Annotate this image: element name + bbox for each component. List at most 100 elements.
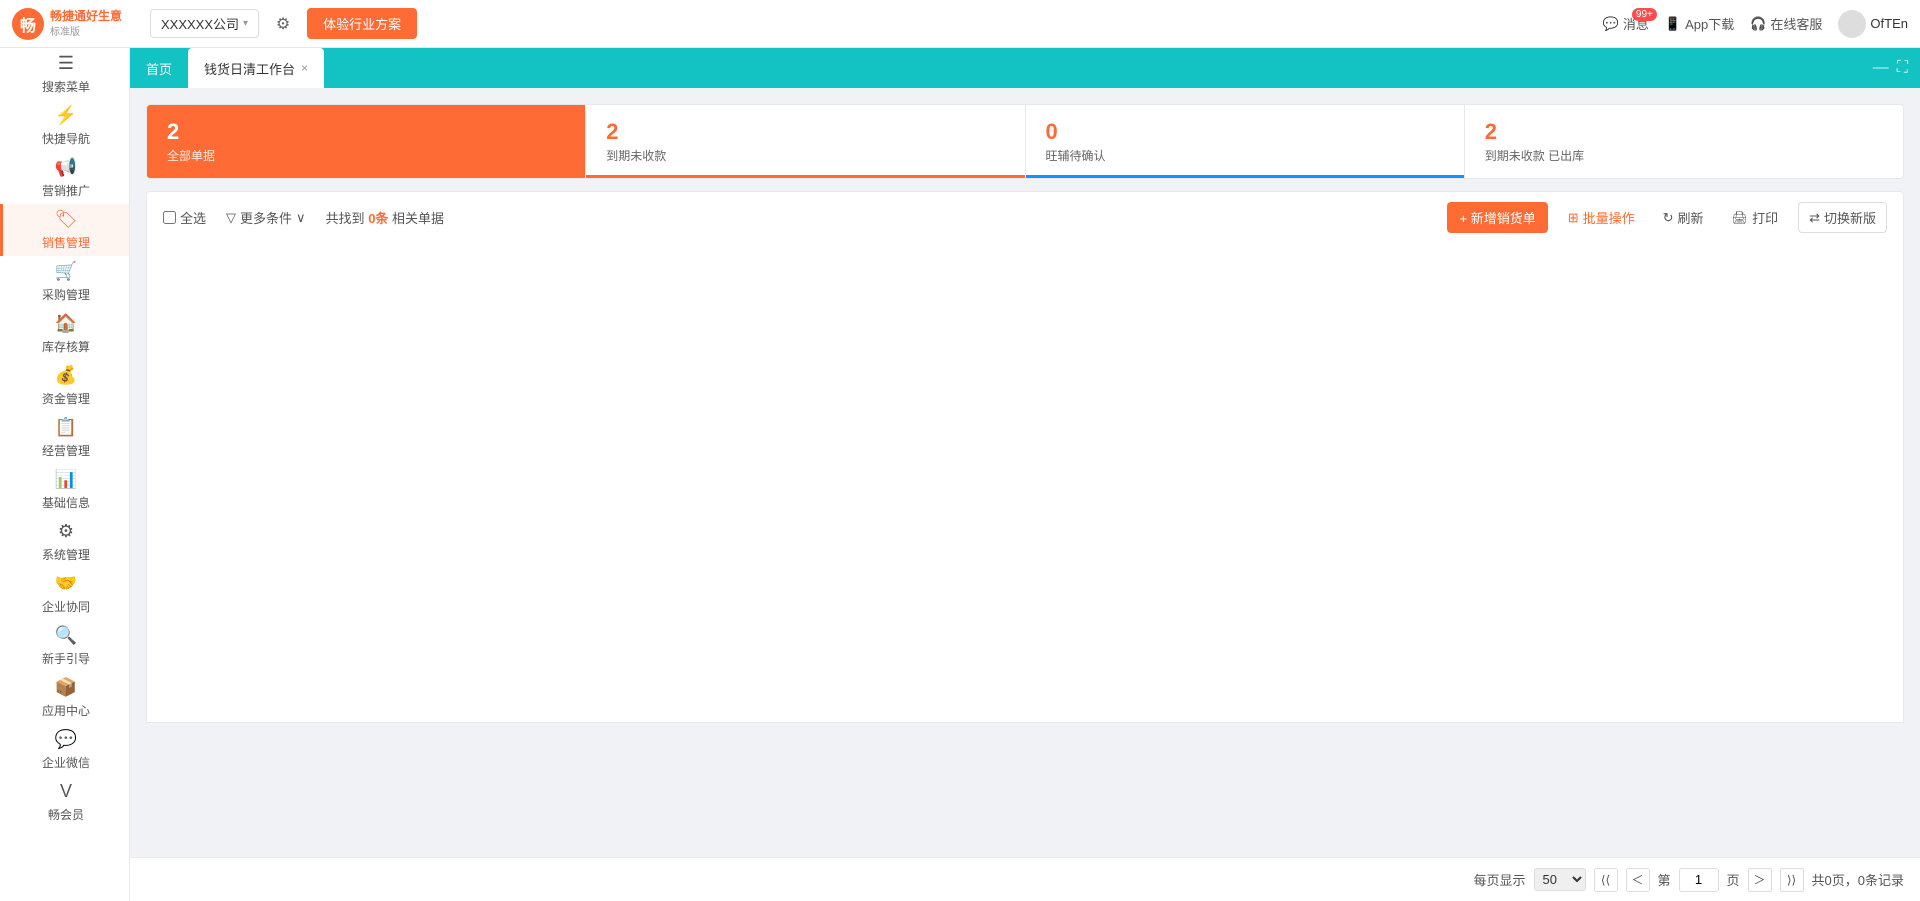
first-page-button[interactable]: ⟨⟨ (1594, 868, 1618, 892)
sales-icon: 🏷 (55, 209, 78, 230)
app-download-button[interactable]: 📱 App下载 (1665, 14, 1734, 33)
stat-number-all: 2 (167, 119, 565, 145)
tab-home-label: 首页 (146, 59, 172, 78)
stat-label-overdue-shipped: 到期未收款 已出库 (1485, 147, 1883, 164)
select-all-checkbox[interactable] (163, 211, 176, 224)
sidebar-label-guide: 新手引导 (42, 650, 90, 667)
sidebar-item-inventory[interactable]: 🏠 库存核算 (0, 308, 129, 360)
switch-label: 切换新版 (1824, 208, 1876, 227)
purchase-icon: 🛒 (55, 261, 77, 282)
sidebar-item-purchase[interactable]: 🛒 采购管理 (0, 256, 129, 308)
logo-sub-text: 标准版 (50, 23, 122, 38)
sidebar-label-system: 系统管理 (42, 546, 90, 563)
service-icon: 🎧 (1750, 16, 1766, 32)
sidebar-item-guide[interactable]: 🔍 新手引导 (0, 620, 129, 672)
sidebar-item-marketing[interactable]: 📢 营销推广 (0, 152, 129, 204)
new-order-button[interactable]: + 新增销货单 (1447, 202, 1547, 233)
app-center-icon: 📦 (55, 677, 77, 698)
batch-icon: ⊞ (1568, 210, 1579, 226)
avatar-name: OfTEn (1870, 16, 1908, 31)
funds-icon: 💰 (55, 365, 77, 386)
inventory-icon: 🏠 (55, 313, 77, 334)
company-selector[interactable]: XXXXXX公司 ▾ (150, 9, 259, 38)
sidebar-item-member[interactable]: V 畅会员 (0, 776, 129, 828)
chevron-down-icon: ▾ (243, 18, 248, 29)
found-text: 共找到 0条 相关单据 (326, 208, 445, 227)
sidebar-label-purchase: 采购管理 (42, 286, 90, 303)
sidebar-item-sales[interactable]: 🏷 销售管理 (0, 204, 129, 256)
sidebar-item-wechat[interactable]: 💬 企业微信 (0, 724, 129, 776)
page-label: 第 (1658, 870, 1671, 889)
stats-row: 2 全部单据 2 到期未收款 0 旺辅待确认 2 到期未收款 已出库 (146, 104, 1904, 179)
prev-page-button[interactable]: ＜ (1626, 868, 1650, 892)
content-inner: 2 全部单据 2 到期未收款 0 旺辅待确认 2 到期未收款 已出库 全选 ▽ … (130, 88, 1920, 853)
sidebar: ☰ 搜索菜单 ⚡ 快捷导航 📢 营销推广 🏷 销售管理 🛒 采购管理 🏠 库存核… (0, 48, 130, 901)
page-input[interactable] (1679, 868, 1719, 892)
logo-text: 畅捷通好生意 标准版 (50, 9, 122, 38)
stat-card-overdue-shipped[interactable]: 2 到期未收款 已出库 (1465, 105, 1903, 178)
print-button[interactable]: 🖨 打印 (1724, 204, 1787, 231)
batch-label: 批量操作 (1583, 208, 1635, 227)
sidebar-label-basic-info: 基础信息 (42, 494, 90, 511)
tab-bar: 首页 钱货日清工作台 × — ⛶ (130, 48, 1920, 88)
refresh-button[interactable]: ↻ 刷新 (1655, 204, 1712, 231)
minimize-icon[interactable]: — (1873, 59, 1889, 77)
sidebar-item-cooperation[interactable]: 🤝 企业协同 (0, 568, 129, 620)
logo-main-text: 畅捷通好生意 (50, 9, 122, 23)
app-download-label: App下载 (1685, 14, 1734, 33)
filter-button[interactable]: ▽ 更多条件 ∨ (218, 204, 314, 231)
system-icon: ⚙ (58, 521, 74, 542)
tab-bar-right: — ⛶ (1873, 59, 1920, 77)
sidebar-label-sales: 销售管理 (42, 234, 90, 251)
guide-icon: 🔍 (55, 625, 77, 646)
trial-button[interactable]: 体验行业方案 (307, 8, 417, 39)
settings-button[interactable]: ⚙ (267, 8, 299, 40)
company-name: XXXXXX公司 (161, 14, 239, 33)
page-unit: 页 (1727, 870, 1740, 889)
main-content: 2 全部单据 2 到期未收款 0 旺辅待确认 2 到期未收款 已出库 全选 ▽ … (130, 88, 1920, 901)
stat-underline-overdue (586, 175, 1024, 178)
logo-icon: 畅 (12, 8, 44, 40)
message-icon: 💬 (1603, 16, 1619, 32)
last-page-button[interactable]: ⟩⟩ (1780, 868, 1804, 892)
empty-placeholder (147, 243, 1903, 643)
found-suffix: 相关单据 (392, 211, 444, 226)
switch-version-button[interactable]: ⇄ 切换新版 (1798, 202, 1887, 233)
table-area (146, 243, 1904, 723)
online-service-button[interactable]: 🎧 在线客服 (1750, 14, 1822, 33)
avatar-area[interactable]: OfTEn (1838, 10, 1908, 38)
print-icon: 🖨 (1732, 210, 1749, 226)
tab-home[interactable]: 首页 (130, 48, 188, 88)
sidebar-item-funds[interactable]: 💰 资金管理 (0, 360, 129, 412)
per-page-select[interactable]: 50 100 200 (1534, 868, 1586, 891)
found-prefix: 共找到 (326, 211, 365, 226)
sidebar-label-quick-nav: 快捷导航 (42, 130, 90, 147)
tab-close-icon[interactable]: × (301, 61, 308, 75)
stat-card-overdue[interactable]: 2 到期未收款 (586, 105, 1025, 178)
sidebar-item-app-center[interactable]: 📦 应用中心 (0, 672, 129, 724)
maximize-icon[interactable]: ⛶ (1897, 59, 1908, 77)
sidebar-item-operations[interactable]: 📋 经营管理 (0, 412, 129, 464)
stat-card-all[interactable]: 2 全部单据 (147, 105, 586, 178)
stat-number-overdue: 2 (606, 119, 1004, 145)
next-page-button[interactable]: ＞ (1748, 868, 1772, 892)
filter-icon: ▽ (226, 210, 236, 226)
member-icon: V (60, 781, 72, 802)
sidebar-item-basic-info[interactable]: 📊 基础信息 (0, 464, 129, 516)
sidebar-item-system[interactable]: ⚙ 系统管理 (0, 516, 129, 568)
operations-icon: 📋 (55, 417, 77, 438)
sidebar-item-quick-nav[interactable]: ⚡ 快捷导航 (0, 100, 129, 152)
stat-card-pending[interactable]: 0 旺辅待确认 (1026, 105, 1465, 178)
pagination-bar: 每页显示 50 100 200 ⟨⟨ ＜ 第 页 ＞ ⟩⟩ 共0页，0条记录 (130, 857, 1920, 901)
print-label: 打印 (1752, 208, 1778, 227)
batch-operation-button[interactable]: ⊞ 批量操作 (1560, 204, 1643, 231)
messages-button[interactable]: 💬 消息 99+ (1603, 14, 1649, 33)
sidebar-item-search[interactable]: ☰ 搜索菜单 (0, 48, 129, 100)
found-count: 0条 (368, 211, 388, 226)
quick-nav-icon: ⚡ (55, 105, 77, 126)
tab-workbench[interactable]: 钱货日清工作台 × (188, 48, 324, 88)
basic-info-icon: 📊 (55, 469, 77, 490)
stat-number-overdue-shipped: 2 (1485, 119, 1883, 145)
select-all-checkbox-label[interactable]: 全选 (163, 208, 206, 227)
avatar (1838, 10, 1866, 38)
